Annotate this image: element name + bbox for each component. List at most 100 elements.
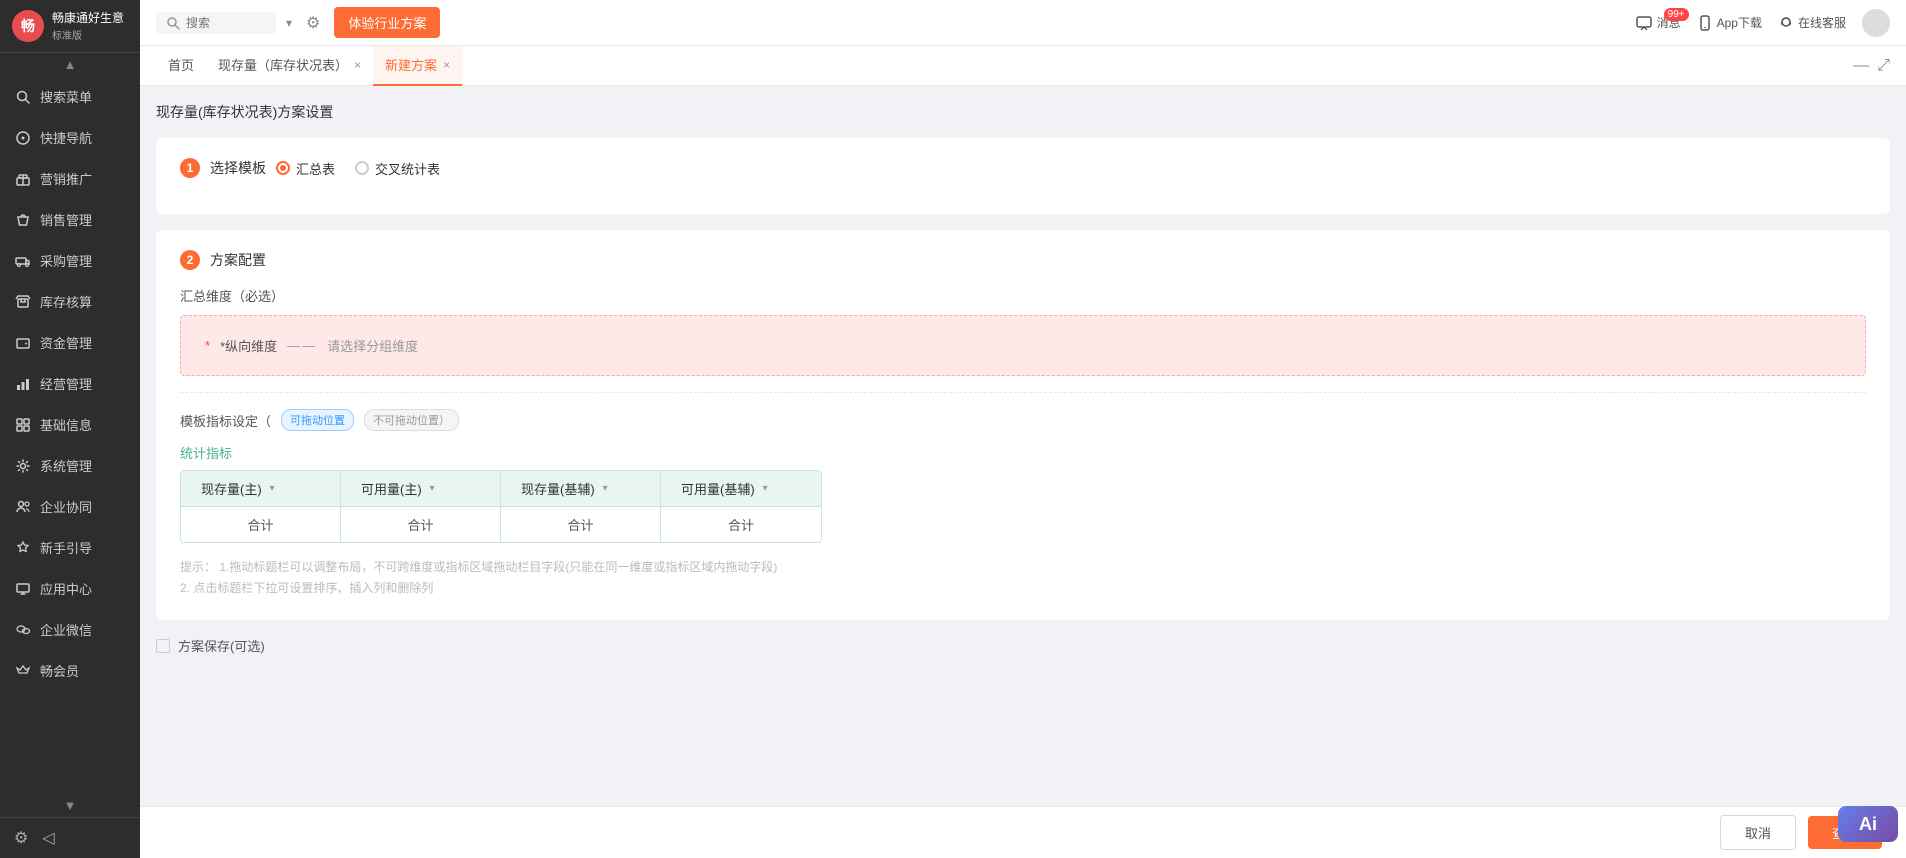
minimize-icon[interactable]: —	[1853, 57, 1869, 75]
col-2-chevron[interactable]: ▾	[603, 483, 608, 494]
sidebar-item-basics[interactable]: 基础信息	[0, 404, 140, 445]
col-header-3[interactable]: 可用量(基辅) ▾	[661, 471, 821, 506]
app-version: 标准版	[52, 27, 124, 42]
col-cell-1: 合计	[341, 507, 501, 542]
sidebar-item-system[interactable]: 系统管理	[0, 445, 140, 486]
dimension-row: * *纵向维度 —— 请选择分组维度	[205, 336, 1841, 355]
trial-industry-button[interactable]: 体验行业方案	[334, 7, 440, 38]
tab-home[interactable]: 首页	[156, 46, 206, 86]
scroll-up-arrow[interactable]: ▲	[0, 53, 140, 76]
sidebar-item-label: 搜索菜单	[40, 87, 92, 106]
message-button[interactable]: 消息 99+	[1635, 14, 1681, 32]
box-icon	[14, 293, 32, 311]
sidebar-item-inventory[interactable]: 库存核算	[0, 281, 140, 322]
star-icon	[14, 539, 32, 557]
sidebar-item-operations[interactable]: 经营管理	[0, 363, 140, 404]
sidebar-item-label: 资金管理	[40, 333, 92, 352]
topbar-settings-icon[interactable]: ⚙	[306, 13, 320, 33]
topbar-right-area: 消息 99+ App下载 在线客服	[1635, 9, 1890, 37]
tab-inventory-close[interactable]: ×	[354, 59, 361, 71]
shopping-bag-icon	[14, 211, 32, 229]
step1-card: 1 选择模板 汇总表 交叉统计表	[156, 138, 1890, 214]
sidebar-item-sales[interactable]: 销售管理	[0, 199, 140, 240]
settings-icon	[14, 457, 32, 475]
sidebar-item-search[interactable]: 搜索菜单	[0, 76, 140, 117]
sidebar-item-apps[interactable]: 应用中心	[0, 568, 140, 609]
col-1-chevron[interactable]: ▾	[430, 483, 435, 494]
tab-new-plan-close[interactable]: ×	[443, 59, 450, 71]
tab-new-plan[interactable]: 新建方案 ×	[373, 46, 462, 86]
sidebar-item-enterprise[interactable]: 企业协同	[0, 486, 140, 527]
app-download-button[interactable]: App下载	[1697, 14, 1762, 31]
dimension-dashes: ——	[287, 338, 317, 353]
tips-section: 提示： 1.拖动标题栏可以调整布局，不可跨维度或指标区域拖动栏目字段(只能在同一…	[180, 558, 1866, 596]
sidebar-item-label: 基础信息	[40, 415, 92, 434]
draggable-badge: 可拖动位置	[281, 409, 354, 431]
wallet-icon	[14, 334, 32, 352]
sidebar-item-label: 经营管理	[40, 374, 92, 393]
stats-table-row: 合计 合计 合计 合计	[181, 506, 821, 542]
radio-cross-table[interactable]: 交叉统计表	[355, 159, 440, 178]
maximize-icon[interactable]: ⤢	[1877, 57, 1890, 75]
col-cell-0: 合计	[181, 507, 341, 542]
sidebar-item-label: 企业微信	[40, 620, 92, 639]
page-title: 现存量(库存状况表)方案设置	[156, 102, 1890, 122]
col-header-1[interactable]: 可用量(主) ▾	[341, 471, 501, 506]
truck-icon	[14, 252, 32, 270]
metrics-label-text: 模板指标设定（	[180, 411, 271, 430]
grid-icon	[14, 416, 32, 434]
stats-table: 现存量(主) ▾ 可用量(主) ▾ 现存量(基辅) ▾ 可用量(基辅) ▾	[180, 470, 822, 543]
topbar-search-box[interactable]	[156, 12, 276, 34]
topbar: ▾ ⚙ 体验行业方案 消息 99+ App下载 在线客服	[140, 0, 1906, 46]
sidebar-nav: 搜索菜单 快捷导航 营销推广 销售管理 采购管理	[0, 76, 140, 794]
gift-icon	[14, 170, 32, 188]
col-0-label: 现存量(主)	[201, 479, 262, 498]
message-icon	[1635, 14, 1653, 32]
dimension-box[interactable]: * *纵向维度 —— 请选择分组维度	[180, 315, 1866, 376]
online-service-button[interactable]: 在线客服	[1778, 14, 1846, 31]
sidebar-item-label: 销售管理	[40, 210, 92, 229]
sidebar-item-wechat[interactable]: 企业微信	[0, 609, 140, 650]
save-checkbox[interactable]	[156, 639, 170, 653]
radio-summary-table[interactable]: 汇总表	[276, 159, 335, 178]
sidebar-item-navigation[interactable]: 快捷导航	[0, 117, 140, 158]
dimension-label: 汇总维度（必选）	[180, 286, 1866, 305]
radio-cross-circle	[355, 161, 369, 175]
online-service-label: 在线客服	[1798, 14, 1846, 31]
save-option-label: 方案保存(可选)	[178, 636, 265, 655]
sidebar-item-finance[interactable]: 资金管理	[0, 322, 140, 363]
radio-summary-label: 汇总表	[296, 159, 335, 178]
scroll-down-arrow[interactable]: ▼	[0, 794, 140, 817]
col-3-chevron[interactable]: ▾	[763, 483, 768, 494]
radio-cross-label: 交叉统计表	[375, 159, 440, 178]
sidebar-item-vip[interactable]: 畅会员	[0, 650, 140, 691]
dimension-required-mark: *	[205, 338, 210, 353]
sidebar-item-label: 营销推广	[40, 169, 92, 188]
ai-badge[interactable]: Ai	[1838, 806, 1898, 842]
col-3-label: 可用量(基辅)	[681, 479, 755, 498]
tabs-bar: 首页 现存量（库存状况表） × 新建方案 × — ⤢	[140, 46, 1906, 86]
audio-footer-icon[interactable]: ◁	[42, 828, 54, 848]
logo-icon: 畅	[12, 10, 44, 42]
sidebar-item-purchase[interactable]: 采购管理	[0, 240, 140, 281]
sidebar-item-label: 应用中心	[40, 579, 92, 598]
tab-inventory[interactable]: 现存量（库存状况表） ×	[206, 46, 373, 86]
sidebar-item-guide[interactable]: 新手引导	[0, 527, 140, 568]
tip-2: 2. 点击标题栏下拉可设置排序、插入列和删除列	[180, 579, 1866, 596]
col-0-chevron[interactable]: ▾	[270, 483, 275, 494]
tv-icon	[14, 580, 32, 598]
col-header-0[interactable]: 现存量(主) ▾	[181, 471, 341, 506]
tip-1: 提示： 1.拖动标题栏可以调整布局，不可跨维度或指标区域拖动栏目字段(只能在同一…	[180, 558, 1866, 575]
cancel-button[interactable]: 取消	[1720, 815, 1796, 850]
user-avatar[interactable]	[1862, 9, 1890, 37]
col-header-2[interactable]: 现存量(基辅) ▾	[501, 471, 661, 506]
chart-icon	[14, 375, 32, 393]
topbar-dropdown-arrow[interactable]: ▾	[286, 16, 292, 30]
search-input[interactable]	[186, 16, 266, 30]
sidebar-item-label: 采购管理	[40, 251, 92, 270]
compass-icon	[14, 129, 32, 147]
settings-footer-icon[interactable]: ⚙	[14, 828, 28, 848]
stats-section-label: 统计指标	[180, 443, 1866, 462]
sidebar: 畅 畅康通好生意 标准版 ▲ 搜索菜单 快捷导航 营销推广	[0, 0, 140, 858]
sidebar-item-marketing[interactable]: 营销推广	[0, 158, 140, 199]
